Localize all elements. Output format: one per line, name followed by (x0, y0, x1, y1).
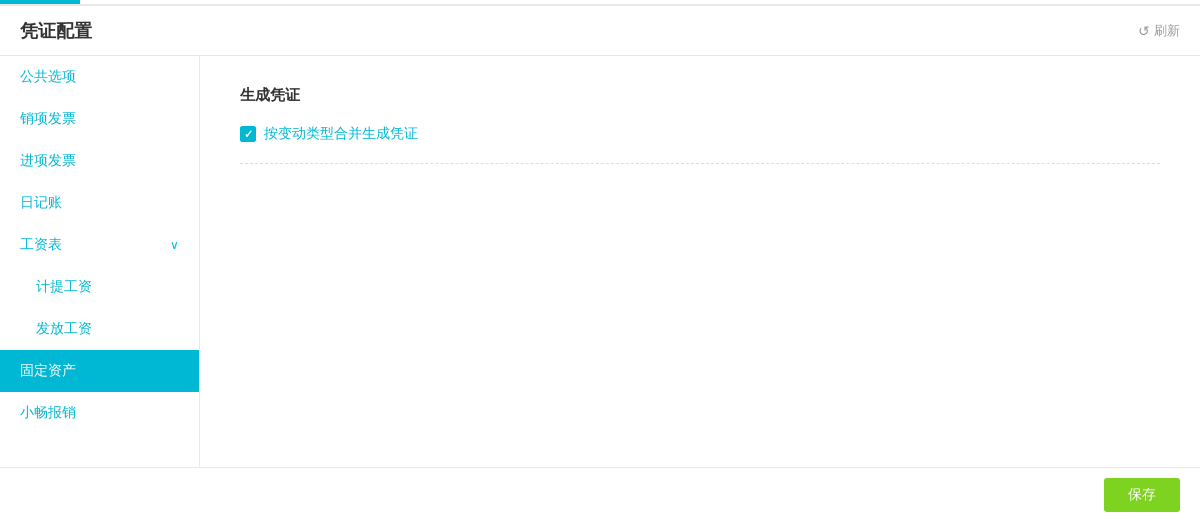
checkbox-row: 按变动类型合并生成凭证 (240, 125, 1160, 143)
refresh-icon: ↺ (1138, 23, 1150, 39)
tab-active-bar (0, 0, 80, 4)
sidebar-item-label: 小畅报销 (20, 404, 76, 422)
sidebar-item-sales-invoice[interactable]: 销项发票 (0, 98, 199, 140)
sidebar-item-public-options[interactable]: 公共选项 (0, 56, 199, 98)
sidebar-item-purchase-invoice[interactable]: 进项发票 (0, 140, 199, 182)
checkbox-label[interactable]: 按变动类型合并生成凭证 (264, 125, 418, 143)
sidebar-item-distribute-payroll[interactable]: 发放工资 (0, 308, 199, 350)
sidebar-item-label: 日记账 (20, 194, 62, 212)
sidebar-item-label: 进项发票 (20, 152, 76, 170)
save-button[interactable]: 保存 (1104, 478, 1180, 512)
sidebar: 公共选项销项发票进项发票日记账工资表 ∨ 计提工资发放工资固定资产小畅报销 (0, 56, 200, 467)
sidebar-item-label: 发放工资 (36, 320, 92, 338)
sidebar-item-accrual-payroll[interactable]: 计提工资 (0, 266, 199, 308)
refresh-button[interactable]: ↺ 刷新 (1138, 22, 1180, 40)
sidebar-item-payroll[interactable]: 工资表 ∨ (0, 224, 199, 266)
header: 凭证配置 ↺ 刷新 (0, 6, 1200, 56)
section-divider (240, 163, 1160, 164)
sidebar-item-label: 公共选项 (20, 68, 76, 86)
sidebar-item-journal[interactable]: 日记账 (0, 182, 199, 224)
chevron-down-icon: ∨ (170, 238, 179, 252)
section-title: 生成凭证 (240, 86, 1160, 105)
merge-type-checkbox[interactable] (240, 126, 256, 142)
sidebar-item-label: 计提工资 (36, 278, 92, 296)
page-title: 凭证配置 (20, 19, 92, 43)
sidebar-item-label: 工资表 (20, 236, 62, 254)
sidebar-item-expense-report[interactable]: 小畅报销 (0, 392, 199, 434)
sidebar-item-fixed-assets[interactable]: 固定资产 (0, 350, 199, 392)
main-content: 公共选项销项发票进项发票日记账工资表 ∨ 计提工资发放工资固定资产小畅报销 生成凭证… (0, 56, 1200, 467)
sidebar-item-label: 销项发票 (20, 110, 76, 128)
footer: 保存 (0, 467, 1200, 522)
content-area: 生成凭证 按变动类型合并生成凭证 (200, 56, 1200, 467)
refresh-label: 刷新 (1154, 22, 1180, 40)
sidebar-item-label: 固定资产 (20, 362, 76, 380)
